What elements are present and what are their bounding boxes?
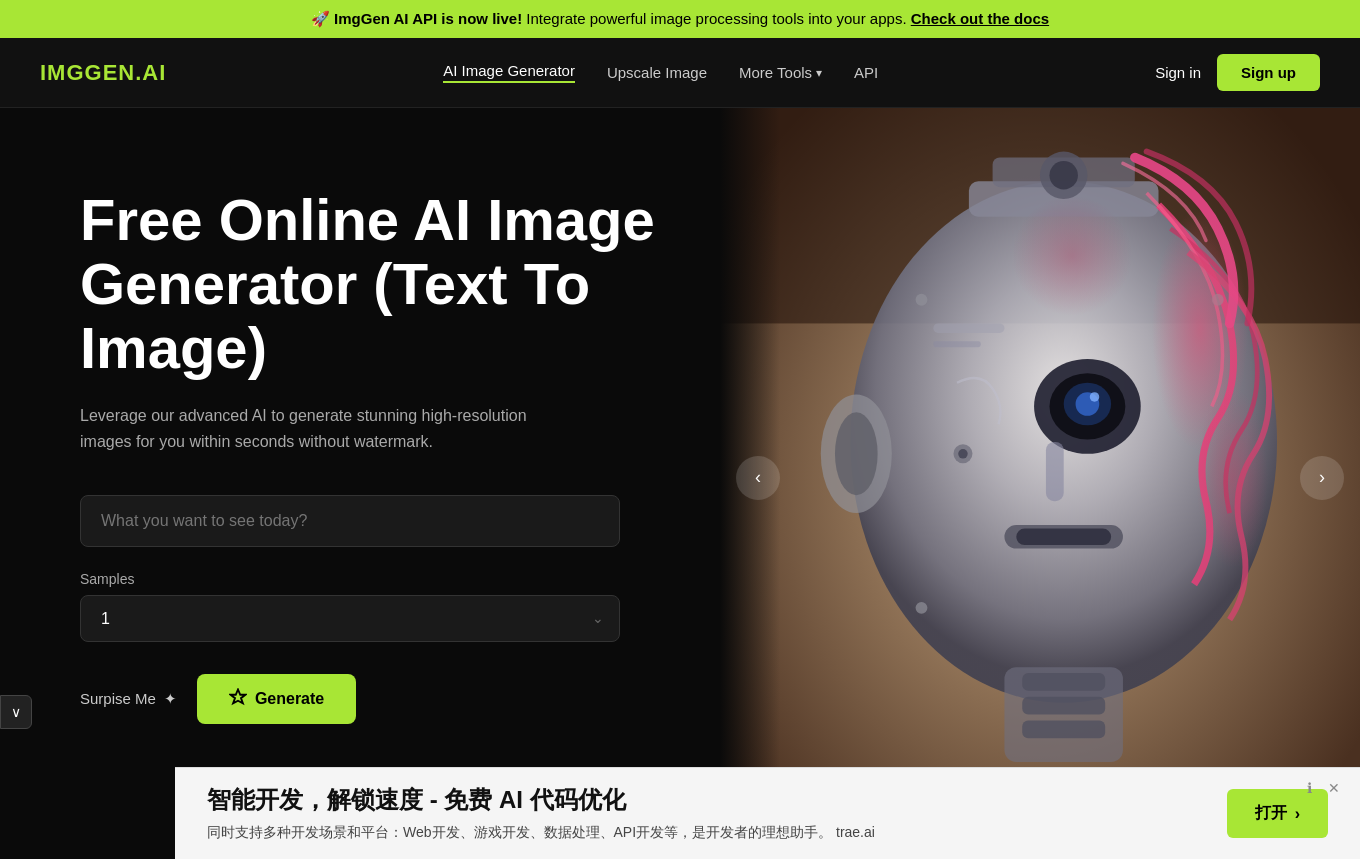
hero-image: ‹ › (720, 108, 1360, 847)
svg-rect-18 (933, 341, 980, 347)
hero-subtitle: Leverage our advanced AI to generate stu… (80, 403, 580, 454)
svg-point-23 (953, 444, 972, 463)
svg-point-26 (1212, 294, 1224, 306)
hero-actions: Surpise Me ✦ Generate (80, 674, 660, 724)
banner-regular-text2: Integrate powerful image processing tool… (526, 10, 906, 27)
svg-rect-14 (1046, 442, 1064, 501)
svg-point-10 (1049, 373, 1125, 439)
surprise-icon: ✦ (164, 690, 177, 708)
more-tools-chevron-icon: ▾ (816, 66, 822, 80)
samples-select-wrapper: 1 2 3 4 ⌄ (80, 595, 620, 642)
prompt-input[interactable] (101, 512, 599, 530)
ad-subtitle: 同时支持多种开发场景和平台：Web开发、游戏开发、数据处理、API开发等，是开发… (207, 822, 1203, 843)
ad-title: 智能开发，解锁速度 - 免费 AI 代码优化 (207, 784, 1203, 816)
svg-point-25 (916, 294, 928, 306)
generate-button[interactable]: Generate (197, 674, 356, 724)
nav-actions: Sign in Sign up (1155, 54, 1320, 91)
ad-close-icon[interactable]: ✕ (1328, 780, 1340, 796)
robot-illustration (720, 108, 1360, 847)
collapse-button[interactable]: ∨ (0, 695, 32, 729)
hero-right: ‹ › (720, 108, 1360, 847)
svg-point-5 (1040, 152, 1087, 199)
svg-point-9 (1034, 359, 1141, 454)
hero-left: Free Online AI Image Generator (Text To … (0, 108, 720, 847)
svg-rect-19 (1004, 667, 1123, 762)
nav-item-ai-image-generator[interactable]: AI Image Generator (443, 62, 575, 83)
banner-bold-text: ImgGen AI API is now live! (334, 10, 522, 27)
top-banner: 🚀 ImgGen AI API is now live! Integrate p… (0, 0, 1360, 38)
generate-icon (229, 688, 247, 710)
samples-select[interactable]: 1 2 3 4 (80, 595, 620, 642)
ad-cta-arrow-icon: › (1295, 805, 1300, 823)
svg-rect-0 (720, 108, 1360, 847)
samples-label: Samples (80, 571, 660, 587)
hero-title: Free Online AI Image Generator (Text To … (80, 188, 660, 379)
svg-rect-3 (969, 181, 1159, 217)
logo[interactable]: IMGGEN.AI (40, 60, 166, 86)
nav-item-api[interactable]: API (854, 64, 878, 81)
svg-rect-16 (1016, 528, 1111, 545)
svg-rect-20 (1022, 673, 1105, 691)
svg-rect-15 (1004, 525, 1123, 549)
svg-rect-22 (1022, 720, 1105, 738)
right-arrow-icon: › (1319, 467, 1325, 488)
nav-item-upscale-image[interactable]: Upscale Image (607, 64, 707, 81)
surprise-button[interactable]: Surpise Me ✦ (80, 690, 177, 708)
banner-rocket: 🚀 (311, 10, 330, 27)
signup-button[interactable]: Sign up (1217, 54, 1320, 91)
left-arrow-icon: ‹ (755, 467, 761, 488)
svg-point-13 (1090, 392, 1099, 401)
generate-label: Generate (255, 690, 324, 708)
ad-content: 智能开发，解锁速度 - 免费 AI 代码优化 同时支持多种开发场景和平台：Web… (207, 784, 1203, 843)
svg-point-7 (821, 395, 892, 514)
ad-cta-label: 打开 (1255, 803, 1287, 824)
nav-links: AI Image Generator Upscale Image More To… (443, 62, 878, 83)
surprise-label: Surpise Me (80, 690, 156, 707)
carousel-left-arrow[interactable]: ‹ (736, 456, 780, 500)
ad-cta-button[interactable]: 打开 › (1227, 789, 1328, 838)
banner-link[interactable]: Check out the docs (911, 10, 1049, 27)
svg-point-24 (958, 449, 967, 458)
svg-rect-1 (720, 108, 1360, 323)
navbar: IMGGEN.AI AI Image Generator Upscale Ima… (0, 38, 1360, 108)
svg-point-2 (850, 181, 1277, 702)
nav-item-more-tools[interactable]: More Tools ▾ (739, 64, 822, 81)
svg-rect-4 (993, 158, 1135, 188)
svg-point-11 (1064, 383, 1111, 426)
svg-rect-17 (933, 323, 1004, 332)
svg-point-27 (916, 602, 928, 614)
ad-banner: 智能开发，解锁速度 - 免费 AI 代码优化 同时支持多种开发场景和平台：Web… (175, 767, 1360, 847)
svg-rect-21 (1022, 697, 1105, 715)
hero-section: Free Online AI Image Generator (Text To … (0, 108, 1360, 847)
collapse-icon: ∨ (11, 704, 21, 720)
ad-info-icon[interactable]: ℹ (1307, 780, 1312, 796)
prompt-input-wrapper[interactable] (80, 495, 620, 547)
signin-button[interactable]: Sign in (1155, 64, 1201, 81)
svg-point-6 (1049, 161, 1077, 189)
svg-point-8 (835, 412, 878, 495)
svg-point-12 (1076, 392, 1100, 416)
carousel-right-arrow[interactable]: › (1300, 456, 1344, 500)
